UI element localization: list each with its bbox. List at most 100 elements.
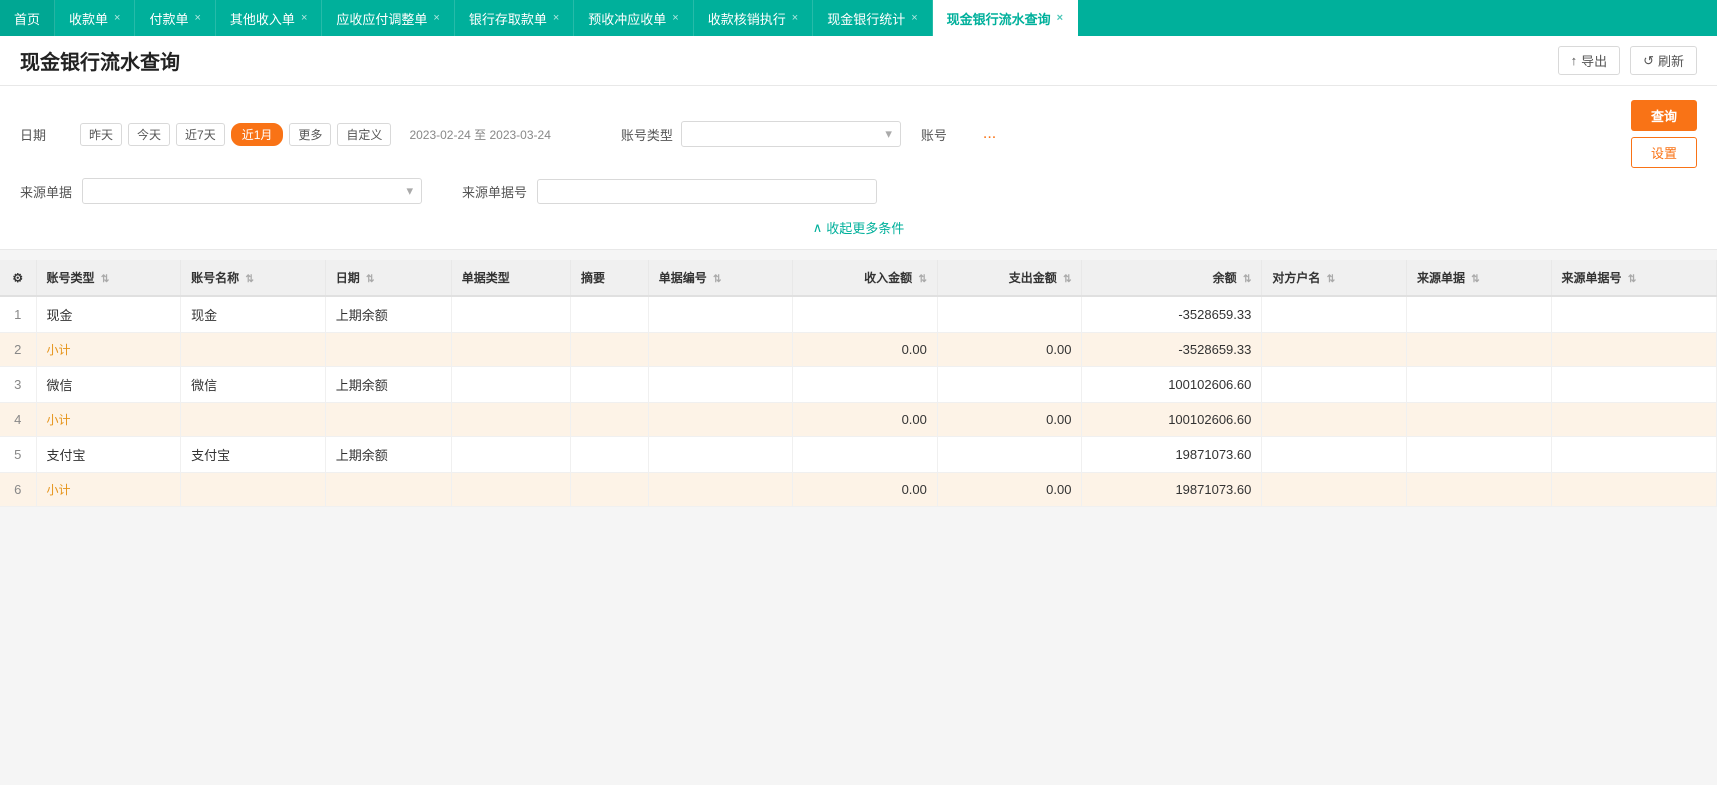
nav-advance-receivable[interactable]: 预收冲应收单 × xyxy=(574,0,693,36)
cell-doc-no xyxy=(648,437,793,473)
col-source-doc[interactable]: 来源单据 ⇅ xyxy=(1406,260,1551,296)
col-doc-no[interactable]: 单据编号 ⇅ xyxy=(648,260,793,296)
date-btn-today[interactable]: 今天 xyxy=(128,123,170,146)
top-nav: 首页 收款单 × 付款单 × 其他收入单 × 应收应付调整单 × 银行存取款单 … xyxy=(0,0,1717,36)
col-income[interactable]: 收入金额 ⇅ xyxy=(793,260,938,296)
col-summary[interactable]: 摘要 xyxy=(570,260,648,296)
nav-receipts[interactable]: 收款单 × xyxy=(55,0,135,36)
cell-doc-type xyxy=(451,403,570,437)
cell-doc-type xyxy=(451,367,570,403)
col-expense[interactable]: 支出金额 ⇅ xyxy=(937,260,1082,296)
nav-cash-stats-label: 现金银行统计 xyxy=(827,9,905,28)
cell-counterpart xyxy=(1262,437,1407,473)
cell-expense xyxy=(937,367,1082,403)
date-btn-1month[interactable]: 近1月 xyxy=(231,123,284,146)
account-label: 账号 xyxy=(921,125,971,144)
cell-date xyxy=(325,403,451,437)
cell-account-type: 小计 xyxy=(36,403,181,437)
refresh-label: 刷新 xyxy=(1658,51,1684,70)
cell-source-doc xyxy=(1406,333,1551,367)
account-type-select[interactable]: ▾ xyxy=(681,121,901,147)
cell-expense xyxy=(937,437,1082,473)
date-btn-more[interactable]: 更多 xyxy=(289,123,331,146)
date-btn-yesterday[interactable]: 昨天 xyxy=(80,123,122,146)
cell-date: 上期余额 xyxy=(325,367,451,403)
nav-receipts-label: 收款单 xyxy=(69,9,108,28)
source-doc-no-input[interactable] xyxy=(537,179,877,204)
col-doc-type[interactable]: 单据类型 xyxy=(451,260,570,296)
nav-ar-ap-adjust-close[interactable]: × xyxy=(433,12,439,24)
page-header: 现金银行流水查询 ↑ 导出 ↺ 刷新 xyxy=(0,36,1717,86)
col-counterpart[interactable]: 对方户名 ⇅ xyxy=(1262,260,1407,296)
cell-account-name xyxy=(181,333,326,367)
cell-source-doc xyxy=(1406,473,1551,507)
cell-balance: 100102606.60 xyxy=(1082,367,1262,403)
table-row: 6小计0.000.0019871073.60 xyxy=(0,473,1717,507)
date-btn-custom[interactable]: 自定义 xyxy=(337,123,391,146)
cell-doc-type xyxy=(451,473,570,507)
cell-source-doc-no xyxy=(1551,296,1716,333)
source-doc-no-label: 来源单据号 xyxy=(462,182,527,201)
cell-doc-type xyxy=(451,333,570,367)
account-type-label: 账号类型 xyxy=(621,125,673,144)
nav-bank-deposit-close[interactable]: × xyxy=(553,12,559,24)
cell-source-doc-no xyxy=(1551,473,1716,507)
nav-bank-deposit[interactable]: 银行存取款单 × xyxy=(455,0,574,36)
col-source-doc-no[interactable]: 来源单据号 ⇅ xyxy=(1551,260,1716,296)
cell-source-doc xyxy=(1406,403,1551,437)
nav-write-off-close[interactable]: × xyxy=(792,12,798,24)
col-settings[interactable]: ⚙ xyxy=(0,260,36,296)
nav-receipts-close[interactable]: × xyxy=(114,12,120,24)
collapse-filter-btn[interactable]: ∧ 收起更多条件 xyxy=(20,214,1697,241)
cell-doc-type xyxy=(451,296,570,333)
cell-account-name xyxy=(181,403,326,437)
cell-counterpart xyxy=(1262,333,1407,367)
actions-col: 查询 设置 xyxy=(1631,100,1697,168)
col-balance[interactable]: 余额 ⇅ xyxy=(1082,260,1262,296)
nav-cash-stats-close[interactable]: × xyxy=(911,12,917,24)
cell-date: 上期余额 xyxy=(325,437,451,473)
cell-balance: -3528659.33 xyxy=(1082,333,1262,367)
nav-ar-ap-adjust[interactable]: 应收应付调整单 × xyxy=(322,0,454,36)
nav-ar-ap-adjust-label: 应收应付调整单 xyxy=(336,9,427,28)
nav-cash-stats[interactable]: 现金银行统计 × xyxy=(813,0,932,36)
search-button[interactable]: 查询 xyxy=(1631,100,1697,131)
col-account-type[interactable]: 账号类型 ⇅ xyxy=(36,260,181,296)
cell-doc-no xyxy=(648,403,793,437)
source-doc-dropdown-icon: ▾ xyxy=(406,183,413,199)
cell-income: 0.00 xyxy=(793,333,938,367)
filter-row-2: 来源单据 ▾ 来源单据号 xyxy=(20,178,1697,204)
date-btn-7days[interactable]: 近7天 xyxy=(176,123,225,146)
cell-doc-no xyxy=(648,333,793,367)
cell-summary xyxy=(570,296,648,333)
col-account-name[interactable]: 账号名称 ⇅ xyxy=(181,260,326,296)
collapse-label: 收起更多条件 xyxy=(826,218,904,237)
table-row: 2小计0.000.00-3528659.33 xyxy=(0,333,1717,367)
export-button[interactable]: ↑ 导出 xyxy=(1558,46,1621,75)
nav-payments[interactable]: 付款单 × xyxy=(135,0,215,36)
cell-settings: 5 xyxy=(0,437,36,473)
source-doc-select[interactable]: ▾ xyxy=(82,178,422,204)
nav-home[interactable]: 首页 xyxy=(0,0,55,36)
col-date[interactable]: 日期 ⇅ xyxy=(325,260,451,296)
refresh-button[interactable]: ↺ 刷新 xyxy=(1630,46,1697,75)
cell-doc-no xyxy=(648,367,793,403)
nav-cash-flow-query[interactable]: 现金银行流水查询 × xyxy=(933,0,1078,36)
nav-other-income[interactable]: 其他收入单 × xyxy=(216,0,322,36)
cell-expense xyxy=(937,296,1082,333)
settings-button[interactable]: 设置 xyxy=(1631,137,1697,168)
cell-account-name: 现金 xyxy=(181,296,326,333)
cell-settings: 3 xyxy=(0,367,36,403)
nav-payments-close[interactable]: × xyxy=(194,12,200,24)
nav-cash-flow-query-close[interactable]: × xyxy=(1057,12,1063,24)
nav-cash-flow-query-label: 现金银行流水查询 xyxy=(947,9,1051,28)
table-row: 3微信微信上期余额100102606.60 xyxy=(0,367,1717,403)
nav-advance-receivable-close[interactable]: × xyxy=(672,12,678,24)
cell-account-type: 小计 xyxy=(36,473,181,507)
nav-other-income-close[interactable]: × xyxy=(301,12,307,24)
account-ellipsis[interactable]: ... xyxy=(979,125,1000,143)
page-title: 现金银行流水查询 xyxy=(20,46,180,75)
nav-write-off[interactable]: 收款核销执行 × xyxy=(694,0,813,36)
cell-source-doc xyxy=(1406,437,1551,473)
table-header-row: ⚙ 账号类型 ⇅ 账号名称 ⇅ 日期 ⇅ 单据类型 摘要 单据编号 ⇅ 收入金额… xyxy=(0,260,1717,296)
